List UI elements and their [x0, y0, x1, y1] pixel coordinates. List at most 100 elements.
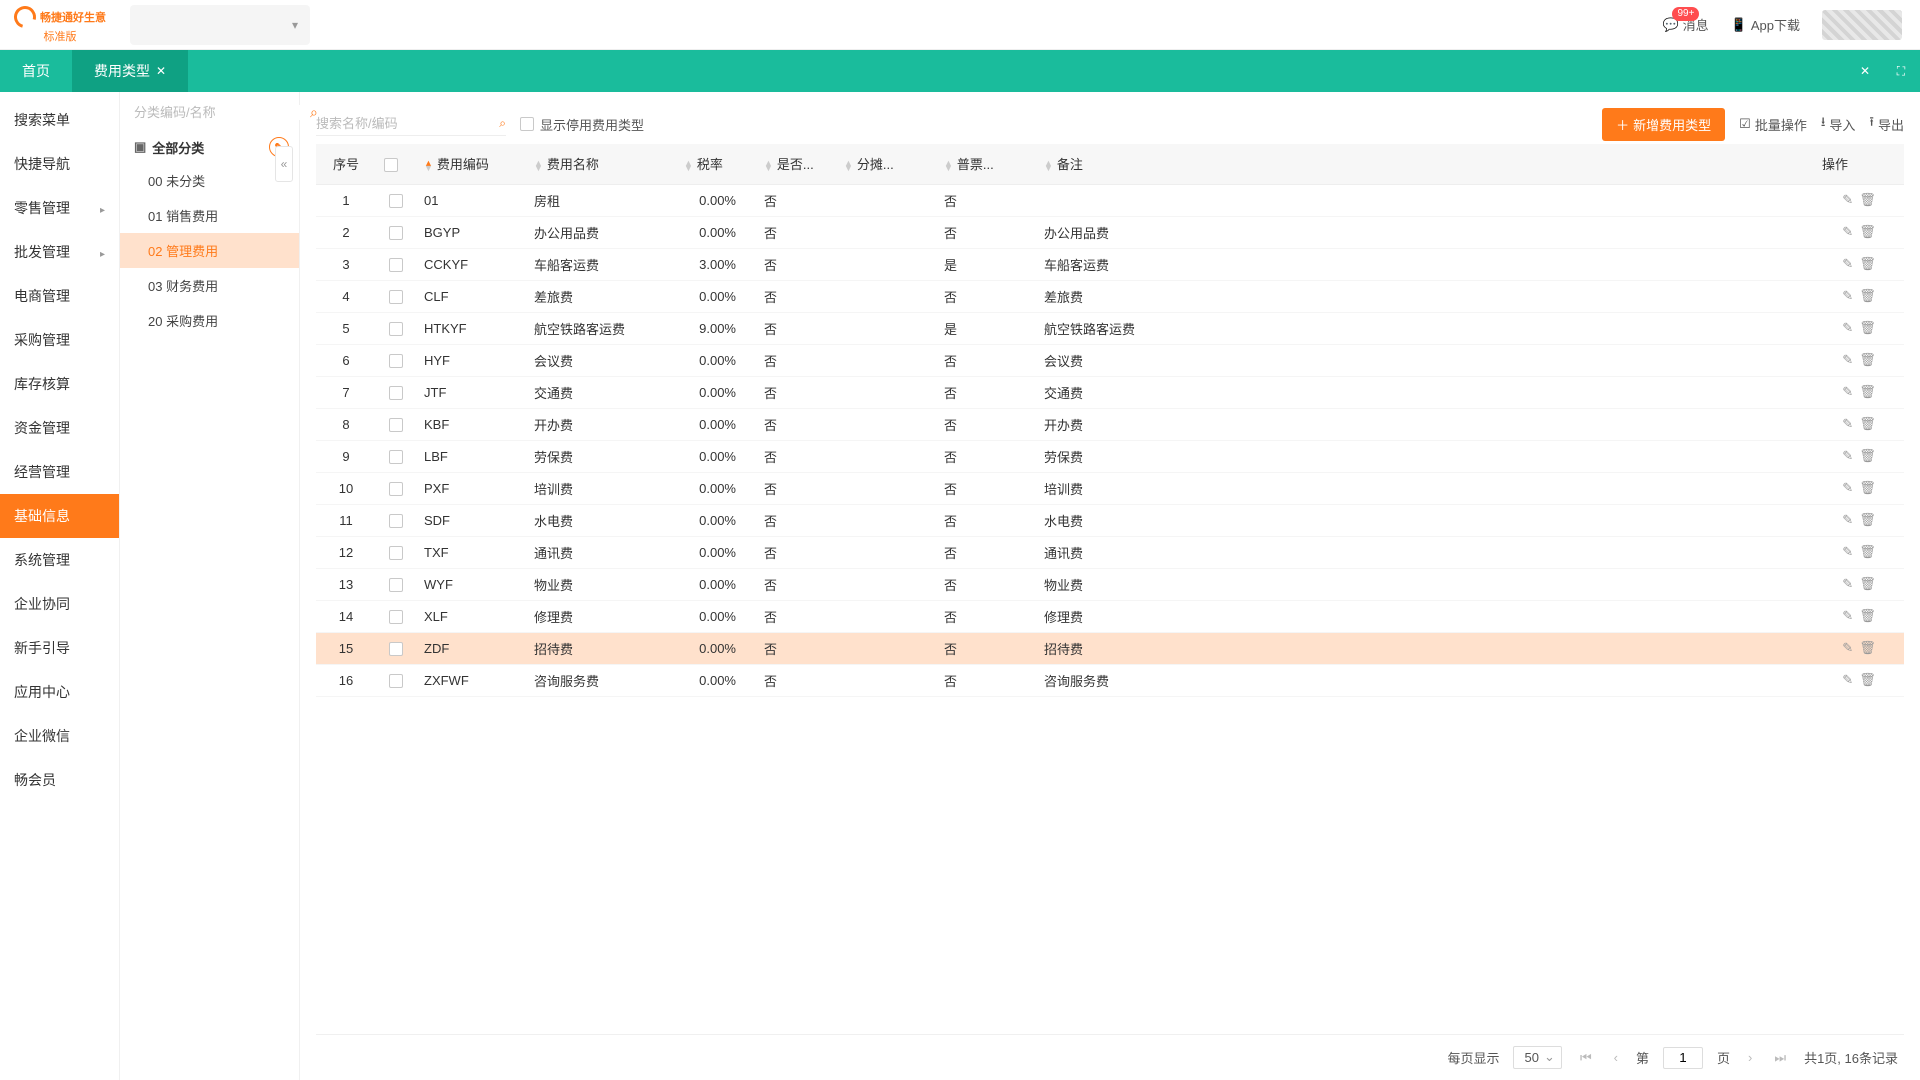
import-button[interactable]: ⭳ 导入 — [1821, 113, 1856, 135]
cell-checkbox[interactable] — [376, 280, 416, 312]
cell-checkbox[interactable] — [376, 216, 416, 248]
add-fee-type-button[interactable]: ＋ 新增费用类型 — [1602, 108, 1725, 141]
table-row[interactable]: 12TXF通讯费0.00%否否通讯费✎🗑 — [316, 536, 1904, 568]
cell-checkbox[interactable] — [376, 408, 416, 440]
table-row[interactable]: 101房租0.00%否否✎🗑 — [316, 184, 1904, 216]
delete-icon[interactable]: 🗑 — [1859, 192, 1876, 207]
tab-fee-type[interactable]: 费用类型 ✕ — [72, 50, 188, 92]
cell-checkbox[interactable] — [376, 504, 416, 536]
delete-icon[interactable]: 🗑 — [1859, 608, 1876, 623]
cell-checkbox[interactable] — [376, 248, 416, 280]
next-page-button[interactable]: › — [1744, 1050, 1756, 1065]
nav-item[interactable]: 新手引导 — [0, 626, 119, 670]
table-row[interactable]: 6HYF会议费0.00%否否会议费✎🗑 — [316, 344, 1904, 376]
category-item[interactable]: 02 管理费用 — [120, 233, 299, 268]
delete-icon[interactable]: 🗑 — [1859, 480, 1876, 495]
search-icon[interactable]: ⌕ — [499, 116, 506, 131]
cell-checkbox[interactable] — [376, 376, 416, 408]
download-button[interactable]: 📱 App下载 — [1731, 15, 1800, 34]
delete-icon[interactable]: 🗑 — [1859, 288, 1876, 303]
tab-close-all-button[interactable]: ✕ — [1854, 60, 1876, 82]
table-row[interactable]: 9LBF劳保费0.00%否否劳保费✎🗑 — [316, 440, 1904, 472]
table-row[interactable]: 11SDF水电费0.00%否否水电费✎🗑 — [316, 504, 1904, 536]
col-code[interactable]: ▲▼费用编码 — [416, 144, 526, 184]
category-item[interactable]: 00 未分类 — [120, 163, 299, 198]
col-isbool[interactable]: ▲▼是否... — [756, 144, 836, 184]
nav-item[interactable]: 采购管理 — [0, 318, 119, 362]
cell-checkbox[interactable] — [376, 184, 416, 216]
category-search-input[interactable] — [134, 105, 310, 120]
cell-checkbox[interactable] — [376, 568, 416, 600]
edit-icon[interactable]: ✎ — [1842, 448, 1853, 463]
delete-icon[interactable]: 🗑 — [1859, 352, 1876, 367]
table-row[interactable]: 7JTF交通费0.00%否否交通费✎🗑 — [316, 376, 1904, 408]
table-row[interactable]: 2BGYP办公用品费0.00%否否办公用品费✎🗑 — [316, 216, 1904, 248]
nav-item[interactable]: 经营管理 — [0, 450, 119, 494]
nav-item[interactable]: 批发管理 — [0, 230, 119, 274]
page-input[interactable] — [1663, 1047, 1703, 1069]
cell-checkbox[interactable] — [376, 472, 416, 504]
col-ticket[interactable]: ▲▼普票... — [936, 144, 1036, 184]
delete-icon[interactable]: 🗑 — [1859, 576, 1876, 591]
col-checkbox[interactable] — [376, 144, 416, 184]
cell-checkbox[interactable] — [376, 600, 416, 632]
nav-item[interactable]: 企业协同 — [0, 582, 119, 626]
table-row[interactable]: 15ZDF招待费0.00%否否招待费✎🗑 — [316, 632, 1904, 664]
cell-checkbox[interactable] — [376, 344, 416, 376]
table-row[interactable]: 10PXF培训费0.00%否否培训费✎🗑 — [316, 472, 1904, 504]
category-item[interactable]: 03 财务费用 — [120, 268, 299, 303]
nav-item[interactable]: 应用中心 — [0, 670, 119, 714]
nav-item[interactable]: 搜索菜单 — [0, 98, 119, 142]
delete-icon[interactable]: 🗑 — [1859, 640, 1876, 655]
col-rate[interactable]: ▲▼税率 — [676, 144, 756, 184]
close-icon[interactable]: ✕ — [156, 64, 166, 78]
fullscreen-button[interactable]: ⛶ — [1890, 60, 1912, 82]
edit-icon[interactable]: ✎ — [1842, 672, 1853, 687]
cell-checkbox[interactable] — [376, 632, 416, 664]
user-avatar[interactable] — [1822, 10, 1902, 40]
delete-icon[interactable]: 🗑 — [1859, 320, 1876, 335]
table-row[interactable]: 14XLF修理费0.00%否否修理费✎🗑 — [316, 600, 1904, 632]
table-row[interactable]: 3CCKYF车船客运费3.00%否是车船客运费✎🗑 — [316, 248, 1904, 280]
tenant-selector[interactable] — [130, 5, 310, 45]
export-button[interactable]: ⭱ 导出 — [1869, 113, 1904, 135]
edit-icon[interactable]: ✎ — [1842, 384, 1853, 399]
search-icon[interactable]: ⌕ — [310, 104, 318, 121]
table-row[interactable]: 5HTKYF航空铁路客运费9.00%否是航空铁路客运费✎🗑 — [316, 312, 1904, 344]
delete-icon[interactable]: 🗑 — [1859, 384, 1876, 399]
edit-icon[interactable]: ✎ — [1842, 576, 1853, 591]
table-row[interactable]: 4CLF差旅费0.00%否否差旅费✎🗑 — [316, 280, 1904, 312]
edit-icon[interactable]: ✎ — [1842, 224, 1853, 239]
last-page-button[interactable]: ⏭ — [1770, 1050, 1790, 1066]
nav-item[interactable]: 电商管理 — [0, 274, 119, 318]
cell-checkbox[interactable] — [376, 312, 416, 344]
cell-checkbox[interactable] — [376, 536, 416, 568]
cell-checkbox[interactable] — [376, 440, 416, 472]
category-item[interactable]: 20 采购费用 — [120, 303, 299, 338]
delete-icon[interactable]: 🗑 — [1859, 544, 1876, 559]
delete-icon[interactable]: 🗑 — [1859, 512, 1876, 527]
edit-icon[interactable]: ✎ — [1842, 320, 1853, 335]
collapse-tree-button[interactable] — [275, 146, 293, 182]
col-name[interactable]: ▲▼费用名称 — [526, 144, 676, 184]
nav-item[interactable]: 快捷导航 — [0, 142, 119, 186]
nav-item[interactable]: 零售管理 — [0, 186, 119, 230]
col-remark[interactable]: ▲▼备注 — [1036, 144, 1814, 184]
nav-item[interactable]: 基础信息 — [0, 494, 119, 538]
col-seq[interactable]: 序号 — [316, 144, 376, 184]
delete-icon[interactable]: 🗑 — [1859, 448, 1876, 463]
nav-item[interactable]: 资金管理 — [0, 406, 119, 450]
prev-page-button[interactable]: ‹ — [1610, 1050, 1622, 1065]
batch-action-button[interactable]: ☑ 批量操作 — [1739, 115, 1807, 134]
delete-icon[interactable]: 🗑 — [1859, 256, 1876, 271]
category-all[interactable]: 全部分类 ✎ — [120, 131, 299, 163]
edit-icon[interactable]: ✎ — [1842, 192, 1853, 207]
nav-item[interactable]: 系统管理 — [0, 538, 119, 582]
tab-home[interactable]: 首页 — [0, 50, 72, 92]
first-page-button[interactable]: ⏮ — [1576, 1050, 1596, 1066]
col-share[interactable]: ▲▼分摊... — [836, 144, 936, 184]
nav-item[interactable]: 畅会员 — [0, 758, 119, 802]
table-row[interactable]: 13WYF物业费0.00%否否物业费✎🗑 — [316, 568, 1904, 600]
edit-icon[interactable]: ✎ — [1842, 288, 1853, 303]
table-row[interactable]: 16ZXFWF咨询服务费0.00%否否咨询服务费✎🗑 — [316, 664, 1904, 696]
